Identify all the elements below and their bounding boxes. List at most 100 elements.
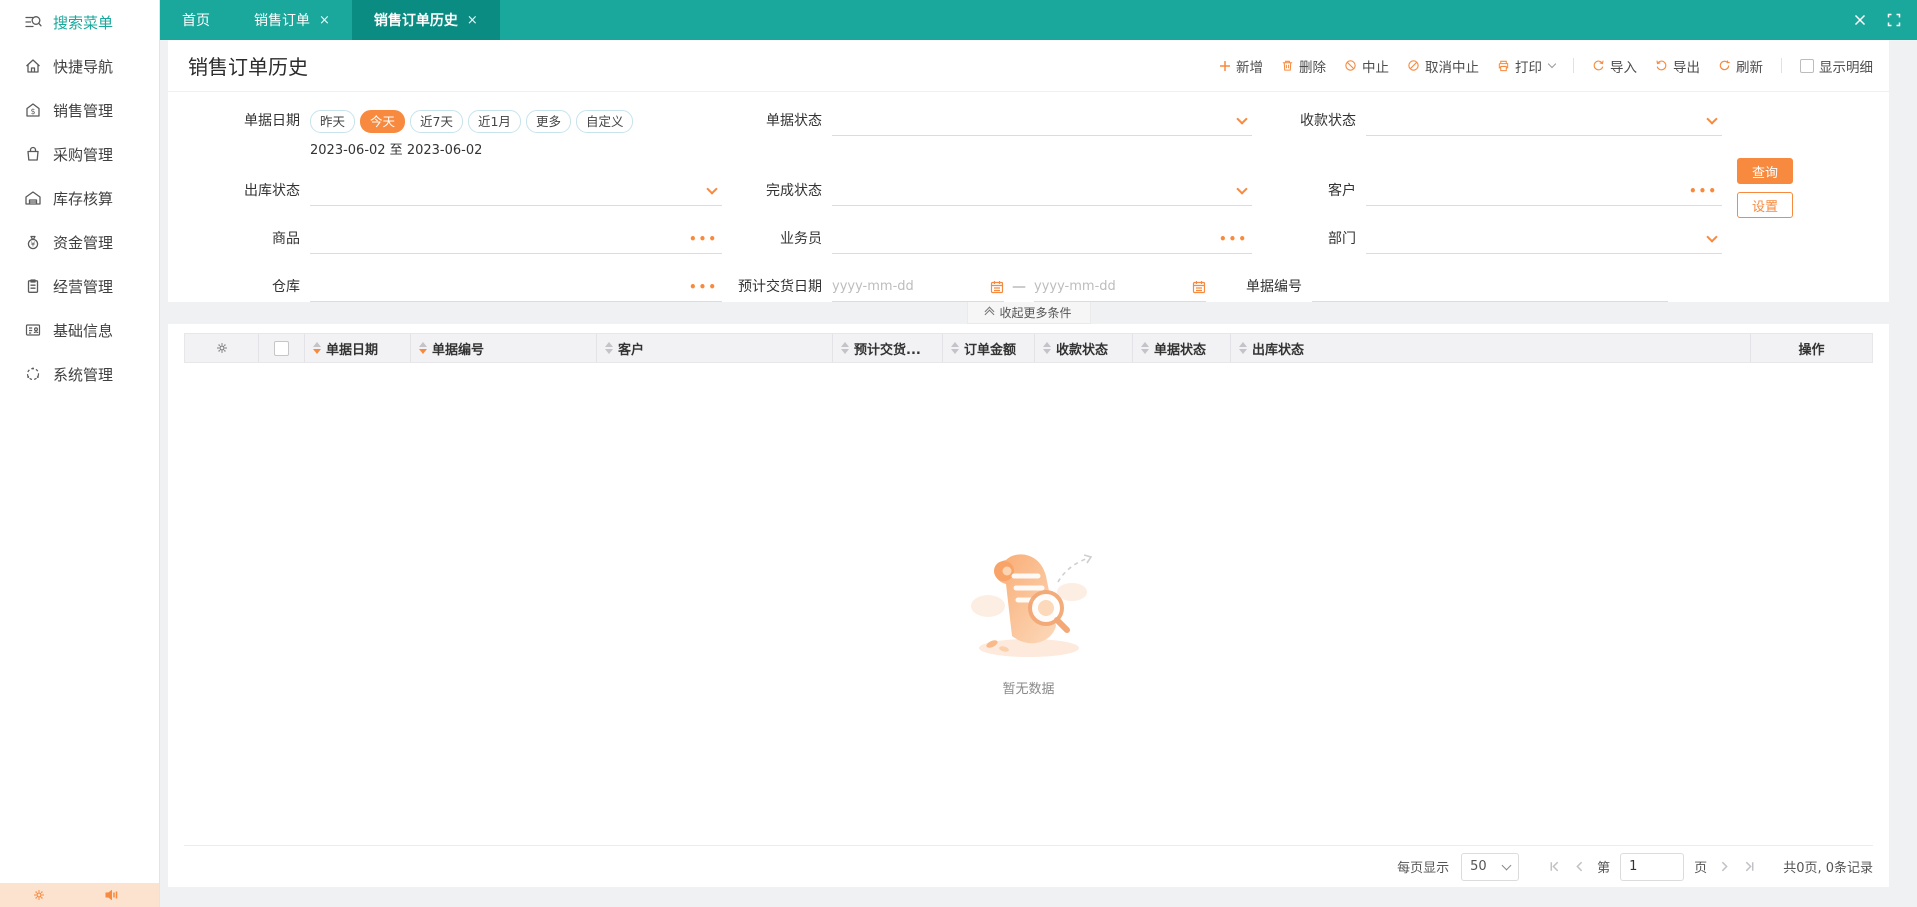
toolbar-divider [1781, 58, 1782, 73]
page-navigation: 第 页 [1547, 852, 1757, 881]
export-button-label: 导出 [1673, 59, 1700, 76]
column-header-order-amount[interactable]: 订单金额 [943, 334, 1035, 362]
sidebar-item-purchase-mgmt[interactable]: 采购管理 [0, 132, 159, 176]
sidebar-item-inventory-accounting[interactable]: 库存核算 [0, 176, 159, 220]
collapse-more-filters[interactable]: 收起更多条件 [966, 302, 1091, 324]
sidebar-item-system-mgmt[interactable]: 系统管理 [0, 352, 159, 396]
sidebar-item-operations-mgmt[interactable]: 经营管理 [0, 264, 159, 308]
delete-button-label: 删除 [1299, 59, 1326, 76]
sidebar-item-funds-mgmt[interactable]: ¥ 资金管理 [0, 220, 159, 264]
column-header-delivery-date[interactable]: 预计交货... [833, 334, 943, 362]
next-page-button[interactable] [1717, 859, 1732, 874]
tab-home[interactable]: 首页 [160, 0, 232, 40]
column-header-doc-no[interactable]: 单据编号 [411, 334, 597, 362]
page-number-input[interactable] [1620, 852, 1685, 881]
sort-icon [313, 342, 321, 354]
tab-sales-order[interactable]: 销售订单 × [232, 0, 352, 40]
new-button[interactable]: 新增 [1219, 56, 1263, 76]
sort-icon [951, 342, 959, 354]
sidebar-item-label: 采购管理 [53, 145, 114, 164]
pill-today[interactable]: 今天 [360, 109, 406, 133]
print-button-label: 打印 [1515, 59, 1542, 76]
import-button[interactable]: 导入 [1592, 56, 1637, 76]
sidebar-item-quick-nav[interactable]: 快捷导航 [0, 44, 159, 88]
column-header-doc-status[interactable]: 单据状态 [1133, 334, 1231, 362]
sidebar-item-search-menu[interactable]: 搜索菜单 [0, 0, 159, 44]
warehouse-picker[interactable]: ••• [310, 272, 722, 302]
column-header-doc-date[interactable]: 单据日期 [305, 334, 411, 362]
print-button[interactable]: 打印 [1497, 56, 1557, 76]
show-detail-label: 显示明细 [1819, 59, 1873, 76]
refresh-button[interactable]: 刷新 [1718, 56, 1763, 76]
first-page-button[interactable] [1547, 859, 1562, 874]
sort-icon [1239, 342, 1247, 354]
gear-icon[interactable] [32, 888, 46, 902]
sidebar-item-label: 库存核算 [53, 189, 114, 208]
window-close-icon[interactable] [1853, 13, 1867, 27]
product-picker[interactable]: ••• [310, 224, 722, 254]
doc-status-select[interactable] [832, 106, 1252, 136]
settings-button[interactable]: 设置 [1737, 192, 1793, 218]
column-header-actions: 操作 [1751, 334, 1872, 362]
date-range-text: 2023-06-02 至 2023-06-02 [310, 143, 483, 158]
sidebar-item-base-info[interactable]: 基础信息 [0, 308, 159, 352]
export-button[interactable]: 导出 [1655, 56, 1700, 76]
sidebar-item-sales-mgmt[interactable]: $ 销售管理 [0, 88, 159, 132]
calendar-icon[interactable] [990, 280, 1004, 294]
title-row: 销售订单历史 新增 删除 中止 取消中止 打印 导入 导出 刷新 显示明细 [168, 40, 1889, 92]
refresh-icon [1719, 60, 1730, 71]
show-detail-toggle[interactable]: 显示明细 [1800, 56, 1873, 76]
pill-last7days[interactable]: 近7天 [410, 109, 463, 133]
filter-row: 单据日期 昨天 今天 近7天 近1月 更多 自定义 2023-06-02 至 2… [184, 106, 1889, 158]
fullscreen-icon[interactable] [1887, 13, 1901, 27]
operations-icon [24, 277, 42, 295]
gear-icon [216, 343, 227, 353]
outbound-status-select[interactable] [310, 176, 722, 206]
column-header-outbound-status[interactable]: 出库状态 [1231, 334, 1751, 362]
tab-label: 首页 [182, 13, 210, 29]
pill-last1month[interactable]: 近1月 [467, 109, 521, 133]
column-header-label: 订单金额 [964, 342, 1017, 358]
last-page-button[interactable] [1742, 859, 1757, 874]
pill-more[interactable]: 更多 [525, 109, 571, 133]
main-content: 销售订单历史 新增 删除 中止 取消中止 打印 导入 导出 刷新 显示明细 单据… [160, 40, 1917, 907]
salesman-picker[interactable]: ••• [832, 224, 1252, 254]
speaker-icon[interactable] [104, 888, 118, 902]
department-select[interactable] [1366, 224, 1722, 254]
doc-no-input[interactable] [1312, 272, 1668, 301]
abort-button[interactable]: 中止 [1344, 56, 1389, 76]
column-header-customer[interactable]: 客户 [597, 334, 833, 362]
filter-panel: 销售订单历史 新增 删除 中止 取消中止 打印 导入 导出 刷新 显示明细 单据… [168, 40, 1889, 324]
tab-close-icon[interactable]: × [467, 14, 478, 27]
pill-custom[interactable]: 自定义 [575, 109, 634, 133]
delete-button[interactable]: 删除 [1281, 56, 1326, 76]
ellipsis-icon: ••• [1688, 183, 1718, 198]
finish-status-select[interactable] [832, 176, 1252, 206]
page-title: 销售订单历史 [188, 55, 308, 79]
delivery-date-end[interactable] [1034, 272, 1206, 302]
payment-status-select[interactable] [1366, 106, 1722, 136]
tab-sales-order-history[interactable]: 销售订单历史 × [351, 0, 500, 40]
select-all-checkbox[interactable] [274, 340, 289, 356]
doc-no-field[interactable] [1312, 272, 1668, 302]
show-detail-checkbox[interactable] [1800, 58, 1814, 73]
delivery-date-start[interactable] [832, 272, 1004, 302]
chevron-down-icon [706, 182, 718, 195]
tab-close-icon[interactable]: × [319, 14, 330, 27]
customer-picker[interactable]: ••• [1366, 176, 1722, 206]
per-page-value: 50 [1470, 859, 1487, 874]
page-prefix: 第 [1597, 861, 1611, 876]
inventory-icon [24, 189, 42, 207]
column-header-payment-status[interactable]: 收款状态 [1035, 334, 1133, 362]
column-header-label: 单据状态 [1154, 342, 1207, 358]
sidebar-bottom-bar [0, 883, 159, 907]
pill-yesterday[interactable]: 昨天 [310, 109, 356, 133]
delivery-date-start-input[interactable] [832, 279, 940, 294]
query-button[interactable]: 查询 [1737, 158, 1793, 184]
delivery-date-end-input[interactable] [1034, 279, 1142, 294]
per-page-select[interactable]: 50 [1461, 852, 1520, 881]
prev-page-button[interactable] [1572, 859, 1587, 874]
cancel-abort-button[interactable]: 取消中止 [1407, 56, 1479, 76]
calendar-icon[interactable] [1192, 280, 1206, 294]
column-settings-button[interactable] [185, 334, 259, 362]
